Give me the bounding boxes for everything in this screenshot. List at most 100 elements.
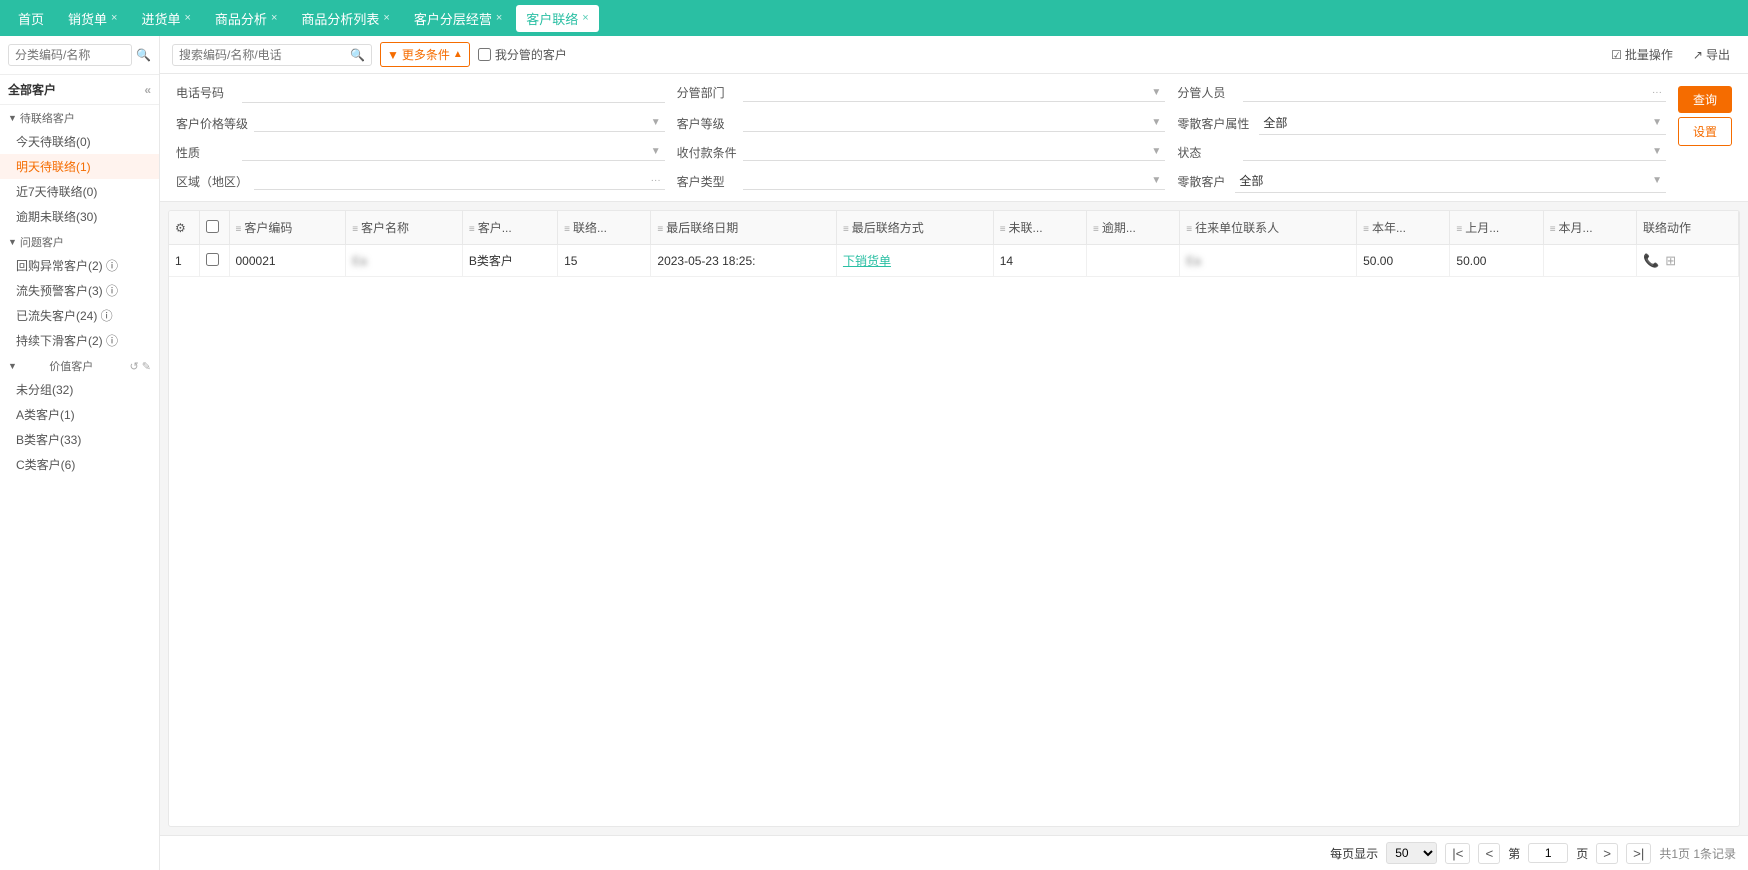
sidebar-item-today[interactable]: 今天待联络(0) <box>0 129 159 154</box>
batch-operation-button[interactable]: ☑ 批量操作 <box>1605 43 1679 66</box>
toolbar-right: ☑ 批量操作 ↗ 导出 <box>1605 43 1736 66</box>
filter-payment-terms-select[interactable]: ▼ <box>743 143 1166 161</box>
nav-sales[interactable]: 销货单 × <box>58 5 127 32</box>
nav-customer-tier-close[interactable]: × <box>496 12 502 24</box>
filter-status: 状态 ▼ <box>1177 143 1666 161</box>
filter-panel: 电话号码 分管部门 ▼ 分管人员 <box>160 74 1748 202</box>
col-name: ≡客户名称 <box>346 211 463 245</box>
prev-page-button[interactable]: < <box>1478 843 1500 864</box>
filter-person-select[interactable]: ··· <box>1243 84 1666 102</box>
filter-status-select[interactable]: ▼ <box>1243 143 1666 161</box>
sidebar-item-overdue[interactable]: 逾期未联络(30) <box>0 204 159 229</box>
scatter-attr-chevron-icon: ▼ <box>1652 117 1662 128</box>
sidebar-item-ungrouped[interactable]: 未分组(32) <box>0 377 159 402</box>
sidebar-all-customers[interactable]: 全部客户 « <box>0 75 159 105</box>
sidebar-group-pending[interactable]: 待联络客户 <box>0 105 159 129</box>
sidebar: 🔍 全部客户 « 待联络客户 今天待联络(0) 明天待联络(1) 近7天待联络(… <box>0 36 160 870</box>
filter-nature-select[interactable]: ▼ <box>242 143 665 161</box>
sidebar-search-input[interactable] <box>8 44 132 66</box>
sidebar-item-abnormal[interactable]: 回购异常客户(2) ⓘ <box>0 253 159 278</box>
query-button[interactable]: 查询 <box>1678 86 1732 113</box>
search-input[interactable] <box>179 48 350 62</box>
my-customers-checkbox-label[interactable]: 我分管的客户 <box>478 46 567 63</box>
col-checkbox[interactable] <box>199 211 229 245</box>
nav-goods-analysis[interactable]: 商品分析 × <box>205 5 287 32</box>
filter-price-level-select[interactable]: ▼ <box>254 114 665 132</box>
table-row: 1 000021 Ea B类客户 15 2023-05-23 18:25: 下销… <box>169 245 1739 277</box>
page-label: 第 <box>1508 845 1520 862</box>
sidebar-item-type-c[interactable]: C类客户(6) <box>0 452 159 477</box>
customer-type-chevron-icon: ▼ <box>1151 175 1161 186</box>
nav-purchase[interactable]: 进货单 × <box>131 5 200 32</box>
nature-chevron-icon: ▼ <box>651 146 661 157</box>
sidebar-item-loss-warning[interactable]: 流失预警客户(3) ⓘ <box>0 278 159 303</box>
first-page-button[interactable]: |< <box>1445 843 1470 864</box>
nav-goods-analysis-list[interactable]: 商品分析列表 × <box>291 5 399 32</box>
filter-scatter-attr: 零散客户属性 全部 ▼ <box>1177 111 1666 135</box>
filter-customer-type-select[interactable]: ▼ <box>743 172 1166 190</box>
sidebar-item-type-b[interactable]: B类客户(33) <box>0 427 159 452</box>
filter-nature: 性质 ▼ <box>176 143 665 161</box>
sidebar-group-value[interactable]: 价值客户 ↺ ✎ <box>0 353 159 377</box>
pagination: 每页显示 50 100 |< < 第 页 > >| 共1页 1条记录 <box>160 835 1748 870</box>
nav-goods-analysis-close[interactable]: × <box>271 12 277 24</box>
col-last-contact-method: ≡最后联络方式 <box>836 211 993 245</box>
filter-region-select[interactable]: ··· <box>254 172 665 190</box>
col-overdue: ≡逾期... <box>1087 211 1180 245</box>
person-more-icon: ··· <box>1652 87 1662 98</box>
nav-purchase-close[interactable]: × <box>184 12 190 24</box>
filter-phone-input[interactable] <box>242 82 665 103</box>
nav-customer-tier[interactable]: 客户分层经营 × <box>404 5 512 32</box>
col-company-contact: ≡往来单位联系人 <box>1180 211 1357 245</box>
nav-customer-contact[interactable]: 客户联络 × <box>516 5 598 32</box>
sidebar-item-tomorrow[interactable]: 明天待联络(1) <box>0 154 159 179</box>
action-phone-icon[interactable]: 📞 <box>1643 253 1659 269</box>
filter-nature-label: 性质 <box>176 144 236 161</box>
export-icon: ↗ <box>1693 48 1703 62</box>
page-size-select[interactable]: 50 100 <box>1386 842 1437 864</box>
sidebar-item-declining[interactable]: 持续下滑客户(2) ⓘ <box>0 328 159 353</box>
page-number-input[interactable] <box>1528 843 1568 863</box>
sidebar-group-problem[interactable]: 问题客户 <box>0 229 159 253</box>
sidebar-item-week[interactable]: 近7天待联络(0) <box>0 179 159 204</box>
filter-customer-level: 客户等级 ▼ <box>677 114 1166 132</box>
sidebar-item-lost[interactable]: 已流失客户(24) ⓘ <box>0 303 159 328</box>
filter-scatter-customer-select[interactable]: 全部 ▼ <box>1235 169 1666 193</box>
filter-person: 分管人员 ··· <box>1177 84 1666 102</box>
nav-sales-close[interactable]: × <box>111 12 117 24</box>
col-code: ≡客户编码 <box>229 211 346 245</box>
next-page-button[interactable]: > <box>1596 843 1618 864</box>
last-page-button[interactable]: >| <box>1626 843 1651 864</box>
filter-region-label: 区域（地区） <box>176 173 248 190</box>
my-customers-checkbox[interactable] <box>478 48 491 61</box>
dept-chevron-icon: ▼ <box>1151 87 1161 98</box>
select-all-checkbox[interactable] <box>206 220 219 233</box>
filter-dept-select[interactable]: ▼ <box>743 84 1166 102</box>
sidebar-item-type-a[interactable]: A类客户(1) <box>0 402 159 427</box>
col-type: ≡客户... <box>462 211 557 245</box>
top-nav: 首页 销货单 × 进货单 × 商品分析 × 商品分析列表 × 客户分层经营 × … <box>0 0 1748 36</box>
filter-scatter-customer-label: 零散客户 <box>1177 173 1225 190</box>
filter-customer-level-select[interactable]: ▼ <box>743 114 1166 132</box>
nav-customer-contact-close[interactable]: × <box>582 12 588 24</box>
row-checkbox[interactable] <box>206 253 219 266</box>
setup-button[interactable]: 设置 <box>1678 117 1732 146</box>
nav-goods-analysis-list-close[interactable]: × <box>383 12 389 24</box>
filter-price-level-label: 客户价格等级 <box>176 115 248 132</box>
nav-home[interactable]: 首页 <box>8 5 54 32</box>
col-uncontacted: ≡未联... <box>993 211 1086 245</box>
col-last-month: ≡上月... <box>1450 211 1543 245</box>
filter-scatter-attr-select[interactable]: 全部 ▼ <box>1259 111 1666 135</box>
col-this-year: ≡本年... <box>1357 211 1450 245</box>
filter-icon: ▼ <box>387 48 399 62</box>
sidebar-search-icon[interactable]: 🔍 <box>136 48 151 62</box>
price-level-chevron-icon: ▼ <box>651 117 661 128</box>
action-qrcode-icon[interactable]: ⊞ <box>1665 253 1676 269</box>
more-filter-button[interactable]: ▼ 更多条件 ▲ <box>380 42 470 67</box>
filter-payment-terms-label: 收付款条件 <box>677 144 737 161</box>
export-button[interactable]: ↗ 导出 <box>1687 43 1736 66</box>
sidebar-collapse-icon[interactable]: « <box>144 83 151 97</box>
search-icon[interactable]: 🔍 <box>350 48 365 62</box>
filter-customer-level-label: 客户等级 <box>677 115 737 132</box>
col-settings[interactable]: ⚙ <box>169 211 199 245</box>
